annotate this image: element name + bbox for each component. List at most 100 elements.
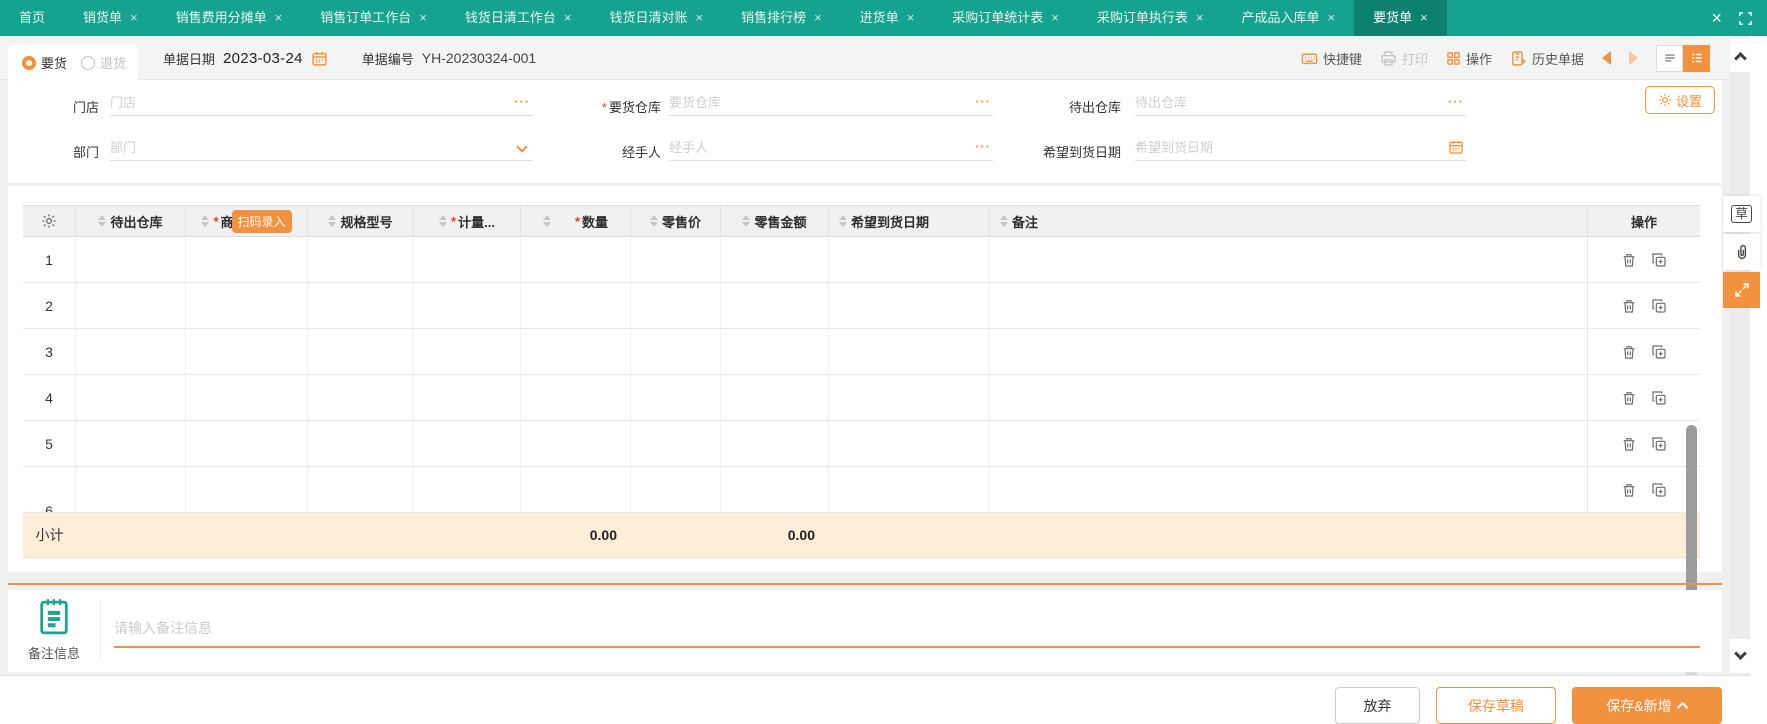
sort-carets-icon[interactable]: [201, 215, 210, 227]
cell-product[interactable]: [186, 467, 308, 512]
doc-date-value[interactable]: 2023-03-24: [223, 50, 303, 67]
close-tab-icon[interactable]: ×: [564, 10, 572, 25]
cell-quantity[interactable]: [521, 467, 631, 512]
copy-row-icon[interactable]: [1651, 298, 1667, 314]
cell-product[interactable]: [186, 375, 308, 420]
request-warehouse-field[interactable]: ···: [669, 90, 993, 116]
close-tab-icon[interactable]: ×: [1328, 10, 1336, 25]
col-header-quantity[interactable]: * 数量: [521, 206, 631, 236]
copy-row-icon[interactable]: [1651, 344, 1667, 360]
col-header-pending-warehouse[interactable]: 待出仓库: [76, 206, 186, 236]
cell-quantity[interactable]: [521, 237, 631, 282]
detail-view-button[interactable]: [1683, 44, 1710, 72]
cell-retail-price[interactable]: [631, 421, 721, 466]
tab-home[interactable]: 首页: [0, 0, 64, 36]
tab-sales-order[interactable]: 销货单 ×: [64, 0, 157, 36]
tab-goods-request[interactable]: 要货单 ×: [1354, 0, 1447, 36]
sort-carets-icon[interactable]: [742, 215, 751, 227]
sort-carets-icon[interactable]: [328, 215, 337, 227]
copy-row-icon[interactable]: [1651, 252, 1667, 268]
col-header-product[interactable]: * 商扫码录入: [186, 206, 308, 236]
cell-retail-price[interactable]: [631, 375, 721, 420]
cell-unit[interactable]: [414, 283, 521, 328]
tab-purchase-order[interactable]: 进货单 ×: [841, 0, 934, 36]
pending-warehouse-input[interactable]: [1135, 90, 1466, 115]
cell-pending-warehouse[interactable]: [76, 329, 186, 374]
notes-input[interactable]: [114, 610, 1700, 648]
sort-carets-icon[interactable]: [98, 215, 107, 227]
department-field[interactable]: [110, 135, 532, 161]
copy-row-icon[interactable]: [1651, 390, 1667, 406]
cell-product[interactable]: [186, 421, 308, 466]
draft-list-button[interactable]: 草: [1723, 196, 1760, 232]
ellipsis-picker-icon[interactable]: ···: [975, 139, 991, 154]
tab-sales-ranking[interactable]: 销售排行榜 ×: [722, 0, 841, 36]
cell-pending-warehouse[interactable]: [76, 283, 186, 328]
expand-panel-button[interactable]: [1723, 272, 1760, 308]
cell-expected-date[interactable]: [829, 329, 990, 374]
cell-unit[interactable]: [414, 329, 521, 374]
delete-row-icon[interactable]: [1621, 482, 1637, 498]
cell-spec[interactable]: [308, 237, 414, 282]
col-header-spec[interactable]: 规格型号: [308, 206, 414, 236]
calendar-icon[interactable]: [311, 50, 328, 67]
cell-retail-price[interactable]: [631, 467, 721, 512]
cell-unit[interactable]: [414, 421, 521, 466]
cell-unit[interactable]: [414, 237, 521, 282]
tab-po-stats[interactable]: 采购订单统计表 ×: [933, 0, 1078, 36]
expected-date-field[interactable]: [1135, 135, 1466, 161]
ellipsis-picker-icon[interactable]: ···: [1448, 94, 1464, 109]
sort-carets-icon[interactable]: [1000, 215, 1008, 227]
column-settings-header[interactable]: [23, 206, 76, 236]
cell-remark[interactable]: [990, 467, 1588, 512]
store-field[interactable]: ···: [110, 90, 532, 116]
pending-warehouse-field[interactable]: ···: [1135, 90, 1466, 116]
scan-entry-button[interactable]: 扫码录入: [231, 209, 292, 233]
cell-product[interactable]: [186, 237, 308, 282]
scroll-left-icon[interactable]: [1602, 51, 1611, 65]
tab-cash-workbench[interactable]: 钱货日清工作台 ×: [446, 0, 591, 36]
tab-sales-expense[interactable]: 销售费用分摊单 ×: [157, 0, 302, 36]
cell-spec[interactable]: [308, 421, 414, 466]
sort-carets-icon[interactable]: [542, 215, 551, 227]
delete-row-icon[interactable]: [1621, 436, 1637, 452]
sort-carets-icon[interactable]: [839, 215, 847, 227]
cell-pending-warehouse[interactable]: [76, 237, 186, 282]
cell-product[interactable]: [186, 283, 308, 328]
cell-spec[interactable]: [308, 283, 414, 328]
radio-return-goods[interactable]: 退货: [81, 53, 126, 72]
cell-remark[interactable]: [990, 375, 1588, 420]
cell-quantity[interactable]: [521, 375, 631, 420]
close-tab-icon[interactable]: ×: [1196, 10, 1204, 25]
attachment-button[interactable]: [1723, 234, 1760, 270]
discard-button[interactable]: 放弃: [1335, 687, 1420, 724]
cell-retail-price[interactable]: [631, 283, 721, 328]
close-tab-icon[interactable]: ×: [1051, 10, 1059, 25]
cell-quantity[interactable]: [521, 329, 631, 374]
handler-field[interactable]: ···: [669, 135, 993, 161]
ellipsis-picker-icon[interactable]: ···: [975, 94, 991, 109]
close-tab-icon[interactable]: ×: [814, 10, 822, 25]
close-all-tabs-icon[interactable]: ×: [1711, 8, 1722, 29]
close-tab-icon[interactable]: ×: [907, 10, 915, 25]
cell-expected-date[interactable]: [829, 375, 990, 420]
cell-unit[interactable]: [414, 467, 521, 512]
close-tab-icon[interactable]: ×: [1420, 10, 1428, 25]
expected-date-input[interactable]: [1135, 135, 1466, 160]
save-and-new-button[interactable]: 保存&新增: [1572, 687, 1722, 724]
cell-retail-amount[interactable]: [721, 467, 829, 512]
ellipsis-picker-icon[interactable]: ···: [514, 94, 530, 109]
tab-sales-workbench[interactable]: 销售订单工作台 ×: [301, 0, 446, 36]
cell-spec[interactable]: [308, 329, 414, 374]
col-header-remark[interactable]: 备注: [990, 206, 1588, 236]
shortcut-keys-button[interactable]: 快捷键: [1301, 49, 1362, 68]
cell-expected-date[interactable]: [829, 467, 990, 512]
history-documents-button[interactable]: 历史单据: [1510, 49, 1584, 68]
operations-button[interactable]: 操作: [1446, 49, 1492, 68]
cell-pending-warehouse[interactable]: [76, 375, 186, 420]
col-header-expected-date[interactable]: 希望到货日期: [829, 206, 990, 236]
cell-remark[interactable]: [990, 283, 1588, 328]
request-warehouse-input[interactable]: [669, 90, 993, 115]
cell-expected-date[interactable]: [829, 237, 990, 282]
col-header-retail-amount[interactable]: 零售金额: [721, 206, 829, 236]
